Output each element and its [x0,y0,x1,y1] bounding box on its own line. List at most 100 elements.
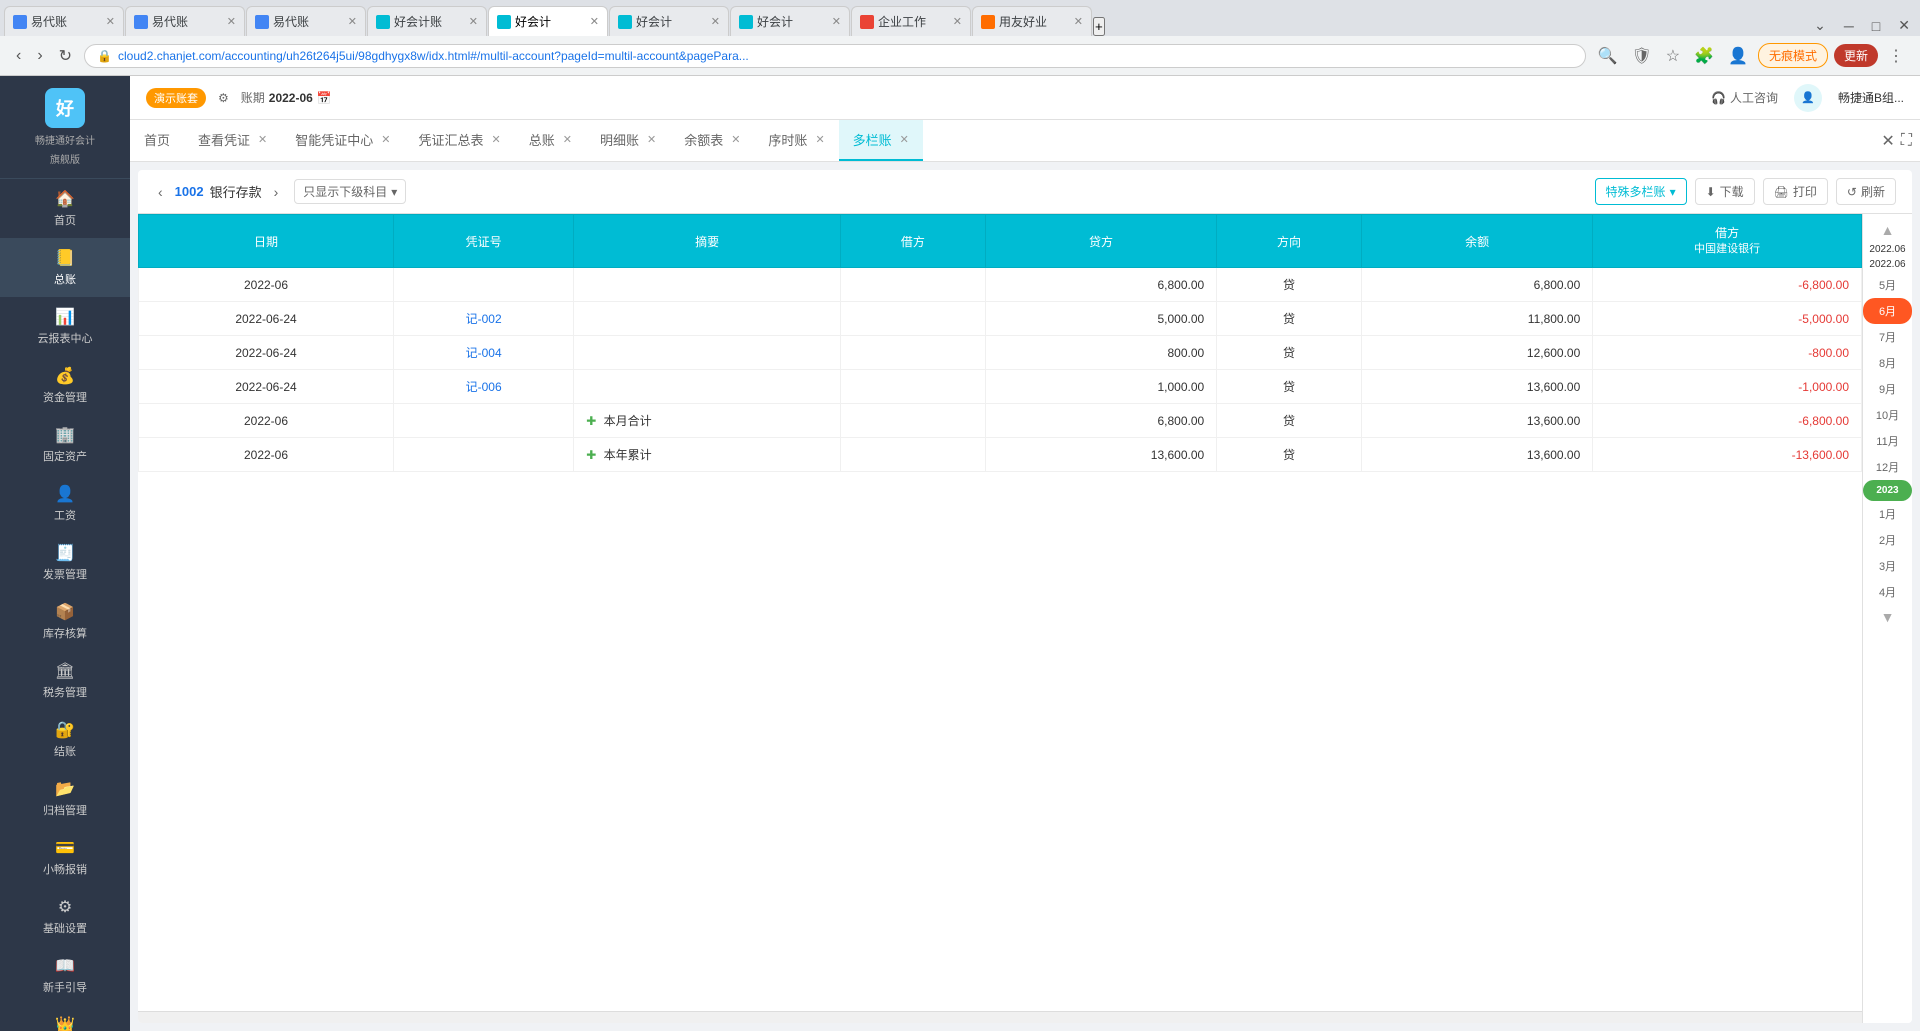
tab-balance-close[interactable]: ✕ [731,133,740,146]
browser-tab-6[interactable]: 好会计 ✕ [609,6,729,36]
sidebar-item-assets[interactable]: 🏢 固定资产 [0,415,130,474]
sidebar-item-invoice[interactable]: 🧾 发票管理 [0,533,130,592]
tab-sequence[interactable]: 序时账 ✕ [754,120,838,161]
tab-detail[interactable]: 明细账 ✕ [586,120,670,161]
bottom-scrollbar[interactable] [138,1011,1862,1023]
month-8[interactable]: 8月 [1863,350,1912,376]
update-button[interactable]: 更新 [1834,44,1878,67]
sidebar-item-member[interactable]: 👑 畅会员 [0,1005,130,1031]
tab-sequence-close[interactable]: ✕ [815,133,824,146]
new-tab-button[interactable]: + [1093,17,1105,36]
tab-vouchers[interactable]: 查看凭证 ✕ [184,120,281,161]
sidebar-item-archive[interactable]: 📂 归档管理 [0,769,130,828]
minimize-button[interactable]: ─ [1838,16,1860,36]
browser-tab-9[interactable]: 用友好业 ✕ [972,6,1092,36]
month-7[interactable]: 7月 [1863,324,1912,350]
account-selector[interactable]: 1002 银行存款 [175,182,262,201]
settings-toolbar-item[interactable]: ⚙ [218,91,229,105]
sidebar-item-close[interactable]: 🔐 结账 [0,710,130,769]
sidebar-item-home[interactable]: 🏠 首页 [0,179,130,238]
sidebar-item-inventory[interactable]: 📦 库存核算 [0,592,130,651]
next-account-button[interactable]: › [270,182,283,202]
browser-tab-8[interactable]: 企业工作 ✕ [851,6,971,36]
table-wrapper[interactable]: 日期 凭证号 摘要 借方 贷方 方向 余额 借方 [138,214,1862,1011]
month-12[interactable]: 12月 [1863,454,1912,480]
cell-voucher[interactable] [394,404,574,438]
tab-detail-close[interactable]: ✕ [647,133,656,146]
sidebar-item-guide[interactable]: 📖 新手引导 [0,946,130,1005]
month-2023-4[interactable]: 4月 [1863,579,1912,605]
tab-general-close[interactable]: ✕ [563,133,572,146]
profile-icon[interactable]: 👤 [1724,42,1752,70]
tab-general[interactable]: 总账 ✕ [515,120,586,161]
tab-list-button[interactable]: ⌄ [1808,15,1832,36]
menu-button[interactable]: ⋮ [1884,42,1908,70]
sidebar-item-settings[interactable]: ⚙ 基础设置 [0,887,130,946]
tab-close-9[interactable]: ✕ [1074,15,1083,28]
forward-button[interactable]: › [33,43,46,69]
tab-close-2[interactable]: ✕ [227,15,236,28]
tab-summary[interactable]: 凭证汇总表 ✕ [404,120,514,161]
tab-home[interactable]: 首页 [130,120,184,161]
shield-icon[interactable]: 🛡 [1627,42,1655,70]
tab-summary-close[interactable]: ✕ [492,133,501,146]
sidebar-item-ledger[interactable]: 📒 总账 [0,238,130,297]
tab-balance[interactable]: 余额表 ✕ [670,120,754,161]
tab-smart-close[interactable]: ✕ [381,133,390,146]
month-11[interactable]: 11月 [1863,428,1912,454]
sidebar-item-funds[interactable]: 💰 资金管理 [0,356,130,415]
month-2023-2[interactable]: 2月 [1863,527,1912,553]
browser-tab-3[interactable]: 易代账 ✕ [246,6,366,36]
consult-button[interactable]: 🎧 人工咨询 [1711,89,1778,106]
tab-close-1[interactable]: ✕ [106,15,115,28]
refresh-button[interactable]: ↺ 刷新 [1836,178,1896,205]
cell-voucher[interactable]: 记-002 [394,302,574,336]
url-input[interactable]: 🔒 cloud2.chanjet.com/accounting/uh26t264… [84,44,1585,68]
month-9[interactable]: 9月 [1863,376,1912,402]
tab-close-8[interactable]: ✕ [953,15,962,28]
special-ledger-button[interactable]: 特殊多栏账 ▾ [1595,178,1687,205]
close-window-button[interactable]: ✕ [1892,15,1916,36]
tab-smart[interactable]: 智能凭证中心 ✕ [281,120,404,161]
browser-tab-7[interactable]: 好会计 ✕ [730,6,850,36]
browser-tab-1[interactable]: 易代账 ✕ [4,6,124,36]
cell-voucher[interactable] [394,268,574,302]
tab-close-6[interactable]: ✕ [711,15,720,28]
tab-close-7[interactable]: ✕ [832,15,841,28]
tab-close-5[interactable]: ✕ [590,15,599,28]
download-button[interactable]: ⬇ 下载 [1695,178,1755,205]
month-2023-3[interactable]: 3月 [1863,553,1912,579]
tab-vouchers-close[interactable]: ✕ [258,133,267,146]
back-button[interactable]: ‹ [12,43,25,69]
month-nav-up[interactable]: ▲ [1877,218,1899,242]
calendar-icon[interactable]: 📅 [317,91,332,105]
search-icon[interactable]: 🔍 [1594,42,1622,70]
tab-multi-close[interactable]: ✕ [900,133,909,146]
browser-tab-5[interactable]: 好会计 ✕ [488,6,608,36]
reload-button[interactable]: ↻ [55,42,76,70]
tab-multi[interactable]: 多栏账 ✕ [839,120,923,161]
cell-voucher[interactable]: 记-004 [394,336,574,370]
filter-dropdown[interactable]: 只显示下级科目 ▾ [294,179,406,204]
cell-voucher[interactable]: 记-006 [394,370,574,404]
extension-icon[interactable]: 🧩 [1690,42,1718,70]
sidebar-item-salary[interactable]: 👤 工资 [0,474,130,533]
prev-account-button[interactable]: ‹ [154,182,167,202]
sidebar-item-report[interactable]: 📊 云报表中心 [0,297,130,356]
tab-close-3[interactable]: ✕ [348,15,357,28]
tab-close-4[interactable]: ✕ [469,15,478,28]
print-button[interactable]: 🖨 打印 [1763,178,1828,205]
month-nav-down[interactable]: ▼ [1877,605,1899,629]
close-panel-button[interactable]: ✕ [1881,131,1894,151]
expand-panel-button[interactable]: ⛶ [1901,132,1912,150]
bookmark-icon[interactable]: ☆ [1662,42,1684,70]
month-2023-1[interactable]: 1月 [1863,501,1912,527]
browser-tab-2[interactable]: 易代账 ✕ [125,6,245,36]
sidebar-item-tax[interactable]: 🏛 税务管理 [0,651,130,710]
month-10[interactable]: 10月 [1863,402,1912,428]
incognito-mode-button[interactable]: 无痕模式 [1758,43,1828,68]
sidebar-item-expense[interactable]: 💳 小畅报销 [0,828,130,887]
restore-button[interactable]: □ [1866,16,1886,36]
month-5[interactable]: 5月 [1863,272,1912,298]
month-6[interactable]: 6月 [1863,298,1912,324]
